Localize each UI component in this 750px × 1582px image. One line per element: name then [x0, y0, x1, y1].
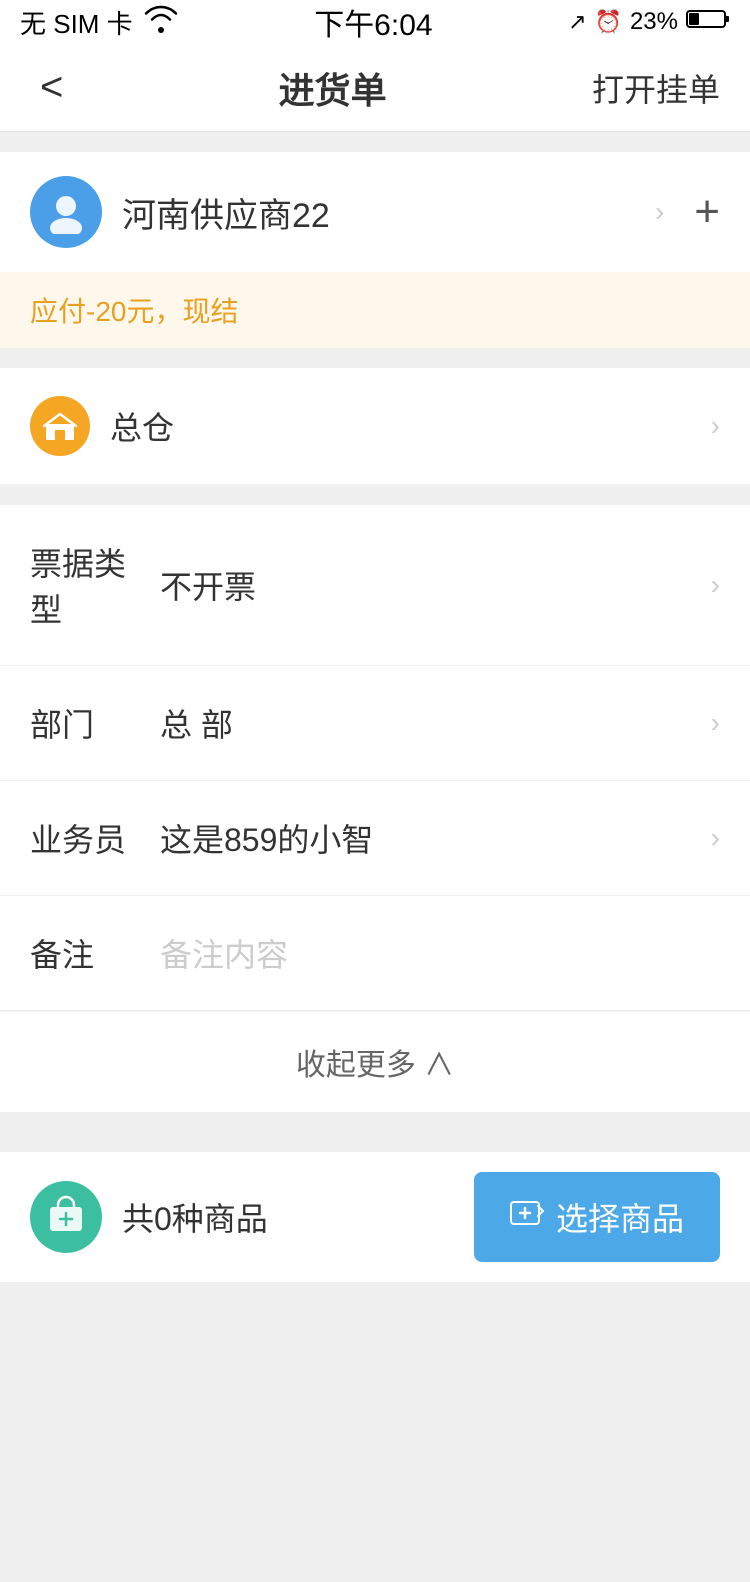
salesperson-value: 这是859的小智 [150, 815, 711, 861]
product-icon-bg [30, 1181, 102, 1253]
invoice-type-row[interactable]: 票据类型 不开票 › [0, 505, 750, 666]
divider-3 [0, 1112, 750, 1132]
product-count-text: 共0种商品 [122, 1194, 474, 1240]
gray-fill [0, 1282, 750, 1582]
add-supplier-button[interactable]: + [694, 187, 720, 237]
invoice-type-value: 不开票 [150, 562, 711, 608]
department-arrow: › [711, 707, 720, 739]
form-section: 票据类型 不开票 › 部门 总 部 › 业务员 这是859的小智 › 备注 备注… [0, 505, 750, 1112]
warehouse-name: 总仓 [110, 403, 711, 449]
remark-value: 备注内容 [150, 930, 720, 976]
status-time: 下午6:04 [314, 0, 432, 44]
collapse-button[interactable]: 收起更多 ∧ [0, 1011, 750, 1112]
supplier-row[interactable]: 河南供应商22 › + [0, 152, 750, 272]
select-icon [510, 1198, 546, 1236]
wifi-icon [143, 5, 179, 40]
notice-text: 应付-20元，现结 [30, 296, 238, 327]
supplier-section: 河南供应商22 › + 应付-20元，现结 [0, 152, 750, 348]
divider-top [0, 132, 750, 152]
invoice-type-arrow: › [711, 569, 720, 601]
salesperson-row[interactable]: 业务员 这是859的小智 › [0, 781, 750, 896]
supplier-name: 河南供应商22 [122, 188, 655, 237]
warehouse-icon-bg [30, 396, 90, 456]
warehouse-arrow-icon: › [711, 410, 720, 442]
page-title: 进货单 [279, 62, 387, 114]
alarm-icon: ⏰ [595, 9, 622, 35]
divider-1 [0, 348, 750, 368]
remark-label: 备注 [30, 930, 150, 976]
notice-banner: 应付-20元，现结 [0, 272, 750, 348]
salesperson-arrow: › [711, 822, 720, 854]
warehouse-row[interactable]: 总仓 › [0, 368, 750, 485]
divider-2 [0, 485, 750, 505]
status-indicators: ↗ ⏰ 23% [568, 7, 730, 38]
battery-icon [686, 7, 730, 38]
salesperson-label: 业务员 [30, 815, 150, 861]
select-product-label: 选择商品 [556, 1194, 684, 1240]
department-label: 部门 [30, 700, 150, 746]
department-value: 总 部 [150, 700, 711, 746]
select-product-button[interactable]: 选择商品 [474, 1172, 720, 1262]
remark-row[interactable]: 备注 备注内容 [0, 896, 750, 1011]
supplier-avatar [30, 176, 102, 248]
location-icon: ↗ [568, 9, 586, 35]
bottom-bar: 共0种商品 选择商品 [0, 1152, 750, 1282]
supplier-arrow-icon: › [655, 196, 664, 228]
battery-text: 23% [630, 8, 678, 36]
status-bar: 无 SIM 卡 下午6:04 ↗ ⏰ 23% [0, 0, 750, 44]
department-row[interactable]: 部门 总 部 › [0, 666, 750, 781]
back-button[interactable]: < [30, 55, 73, 120]
open-pending-button[interactable]: 打开挂单 [592, 65, 720, 111]
nav-bar: < 进货单 打开挂单 [0, 44, 750, 132]
invoice-type-label: 票据类型 [30, 539, 150, 631]
status-carrier: 无 SIM 卡 [20, 4, 179, 41]
